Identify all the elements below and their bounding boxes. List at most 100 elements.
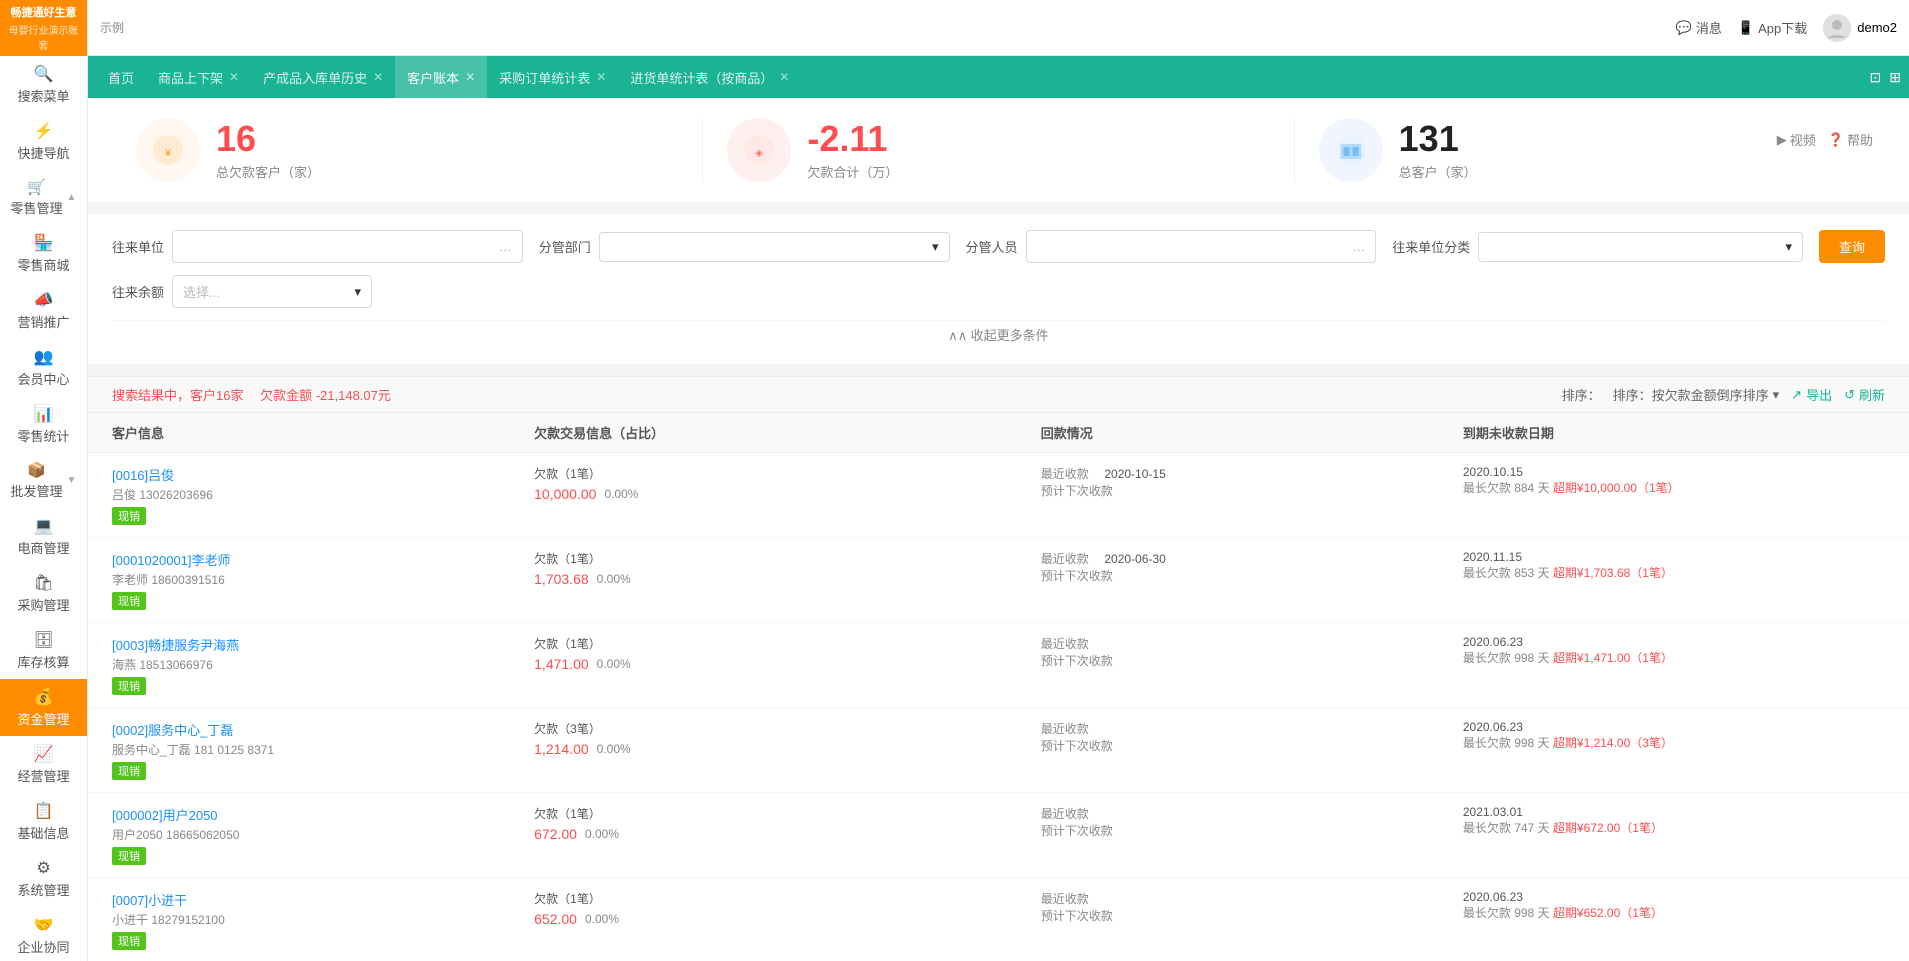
debt-amount-row: 672.00 0.00%: [534, 826, 1041, 842]
message-button[interactable]: 💬 消息: [1676, 18, 1722, 37]
sidebar-item-quicknav[interactable]: ⚡ 快捷导航: [0, 113, 87, 170]
table-row: [0016]吕俊 吕俊 13026203696 现销 欠款（1笔） 10,000…: [88, 453, 1909, 538]
debt-amount-row: 652.00 0.00%: [534, 911, 1041, 927]
summary-info-debt: -2.11 欠款合计（万）: [807, 119, 898, 182]
sidebar-item-base-info[interactable]: 📋 基础信息: [0, 793, 87, 850]
filter-balance-select[interactable]: 选择... ▾: [172, 275, 372, 308]
collapse-filters-btn[interactable]: ∧∧ 收起更多条件: [112, 320, 1885, 348]
return-info-cell: 最近收款 预计下次收款: [1041, 890, 1463, 924]
sidebar-item-inventory[interactable]: 🗄 库存核算: [0, 622, 87, 679]
message-icon: 💬: [1676, 20, 1692, 36]
sidebar-item-purchase[interactable]: 🛍 采购管理: [0, 565, 87, 622]
last-return: 最近收款: [1041, 890, 1463, 907]
tab-close-product[interactable]: ✕: [229, 70, 239, 84]
filter-source-unit: 往来单位 …: [112, 230, 523, 263]
next-return: 预计下次收款: [1041, 822, 1463, 839]
debt-info-cell: 欠款（1笔） 672.00 0.00%: [534, 805, 1041, 842]
summary-card-debtors: ¥ 16 总欠款客户（家）: [112, 118, 703, 182]
overdue-days: 最长欠款 998 天: [1463, 906, 1553, 920]
results-bar: 搜索结果中，客户16家 欠款金额 -21,148.07元 排序： 排序：按欠款金…: [88, 376, 1909, 413]
due-date-value: 2020.11.15: [1463, 550, 1885, 564]
sidebar-item-mall[interactable]: 🏪 零售商城: [0, 225, 87, 282]
tabs-restore-icon[interactable]: ⊡: [1870, 69, 1882, 86]
next-return: 预计下次收款: [1041, 482, 1463, 499]
sort-select[interactable]: 排序：按欠款金额倒序排序 ▾: [1613, 385, 1780, 404]
overdue-link[interactable]: 超期¥1,471.00（1笔）: [1553, 651, 1673, 665]
filter-person-input[interactable]: …: [1026, 230, 1377, 263]
avatar: [1823, 14, 1851, 42]
customer-name-link[interactable]: [000002]用户2050: [112, 808, 218, 823]
user-menu[interactable]: demo2: [1823, 14, 1897, 42]
tab-customer-account[interactable]: 客户账本 ✕: [395, 56, 487, 98]
search-button[interactable]: 查询: [1819, 230, 1885, 263]
balance-chevron-icon: ▾: [354, 284, 361, 300]
sidebar-item-wholesale[interactable]: 📦 批发管理 ▼: [0, 453, 87, 508]
overdue-link[interactable]: 超期¥10,000.00（1笔）: [1553, 481, 1680, 495]
sidebar-item-retail-mgmt[interactable]: 🛒 零售管理 ▲: [0, 170, 87, 225]
chevron-down-icon: ▾: [932, 239, 939, 255]
customer-name-link[interactable]: [0003]畅捷服务尹海燕: [112, 638, 239, 653]
customer-info-cell: [0001020001]李老师 李老师 18600391516 现销: [112, 550, 534, 610]
tab-close-customer[interactable]: ✕: [465, 70, 475, 84]
debt-amount-row: 1,703.68 0.00%: [534, 571, 1041, 587]
sidebar-item-operations[interactable]: 📈 经营管理: [0, 736, 87, 793]
sidebar-item-finance[interactable]: 💰 资金管理: [0, 679, 87, 736]
overdue-link[interactable]: 超期¥1,214.00（3笔）: [1553, 736, 1673, 750]
due-date-cell: 2020.06.23 最长欠款 998 天 超期¥1,214.00（3笔）: [1463, 720, 1885, 751]
summary-card-total: 131 总客户（家） ▶ 视频 ❓ 帮助: [1295, 118, 1885, 182]
sidebar-item-marketing[interactable]: 📣 营销推广: [0, 282, 87, 339]
sidebar-item-system[interactable]: ⚙ 系统管理: [0, 850, 87, 907]
filter-category-select[interactable]: ▾: [1478, 232, 1803, 262]
customer-name-link[interactable]: [0007]小进干: [112, 893, 187, 908]
tab-purchase-history[interactable]: 产成品入库单历史 ✕: [251, 56, 395, 98]
help-icon: ❓: [1828, 132, 1844, 148]
overdue-link[interactable]: 超期¥652.00（1笔）: [1553, 906, 1663, 920]
doc-help-btn[interactable]: ❓ 帮助: [1828, 130, 1873, 149]
filter-person-label: 分管人员: [966, 237, 1018, 256]
top-bar-actions: 💬 消息 📱 App下载 demo2: [1676, 14, 1897, 42]
sort-label: 排序：: [1562, 385, 1601, 404]
filter-category: 往来单位分类 ▾: [1392, 232, 1803, 262]
tab-purchase-stats[interactable]: 进货单统计表（按商品） ✕: [618, 56, 801, 98]
app-download-button[interactable]: 📱 App下载: [1738, 18, 1807, 37]
tab-close-purchase-history[interactable]: ✕: [373, 70, 383, 84]
debt-info-cell: 欠款（1笔） 652.00 0.00%: [534, 890, 1041, 927]
debt-ratio: 0.00%: [597, 657, 631, 671]
sidebar-item-enterprise[interactable]: 🤝 企业协同: [0, 907, 87, 961]
customer-tag: 现销: [112, 592, 146, 610]
tabs-bar: 首页 商品上下架 ✕ 产成品入库单历史 ✕ 客户账本 ✕ 采购订单统计表 ✕ 进…: [88, 56, 1909, 98]
filter-source-label: 往来单位: [112, 237, 164, 256]
filter-dept-select[interactable]: ▾: [599, 232, 950, 262]
tabs-maximize-icon[interactable]: ⊞: [1889, 69, 1901, 86]
sidebar-item-member[interactable]: 👥 会员中心: [0, 339, 87, 396]
customer-name-link[interactable]: [0016]吕俊: [112, 468, 174, 483]
header-customer: 客户信息: [112, 423, 534, 442]
debt-count: 欠款（1笔）: [534, 635, 1041, 652]
tab-close-purchase-stats[interactable]: ✕: [779, 70, 789, 84]
tab-purchase-order[interactable]: 采购订单统计表 ✕: [487, 56, 618, 98]
customer-name-link[interactable]: [0002]服务中心_丁磊: [112, 723, 233, 738]
next-return: 预计下次收款: [1041, 567, 1463, 584]
results-actions: 排序： 排序：按欠款金额倒序排序 ▾ ↗ 导出 ↺ 刷新: [1562, 385, 1885, 404]
filter-source-input[interactable]: …: [172, 230, 523, 263]
tab-home[interactable]: 首页: [96, 56, 146, 98]
sidebar-item-retail-stats[interactable]: 📊 零售统计: [0, 396, 87, 453]
table-row: [0001020001]李老师 李老师 18600391516 现销 欠款（1笔…: [88, 538, 1909, 623]
table-row: [0003]畅捷服务尹海燕 海燕 18513066976 现销 欠款（1笔） 1…: [88, 623, 1909, 708]
customer-tag: 现销: [112, 677, 146, 695]
video-help-btn[interactable]: ▶ 视频: [1777, 130, 1816, 149]
customer-name-link[interactable]: [0001020001]李老师: [112, 553, 231, 568]
overdue-link[interactable]: 超期¥672.00（1笔）: [1553, 821, 1663, 835]
sidebar-item-search[interactable]: 🔍 搜索菜单: [0, 56, 87, 113]
last-return: 最近收款 2020-10-15: [1041, 465, 1463, 482]
export-button[interactable]: ↗ 导出: [1791, 385, 1832, 404]
overdue-link[interactable]: 超期¥1,703.68（1笔）: [1553, 566, 1673, 580]
last-return: 最近收款: [1041, 635, 1463, 652]
refresh-button[interactable]: ↺ 刷新: [1844, 385, 1885, 404]
person-input-dots: …: [1352, 239, 1365, 254]
sidebar-item-ecommerce[interactable]: 💻 电商管理: [0, 508, 87, 565]
tab-close-purchase-order[interactable]: ✕: [596, 70, 606, 84]
tab-product-listing[interactable]: 商品上下架 ✕: [146, 56, 251, 98]
debt-amount: 672.00: [534, 826, 577, 842]
breadcrumb: 示例: [100, 19, 124, 36]
